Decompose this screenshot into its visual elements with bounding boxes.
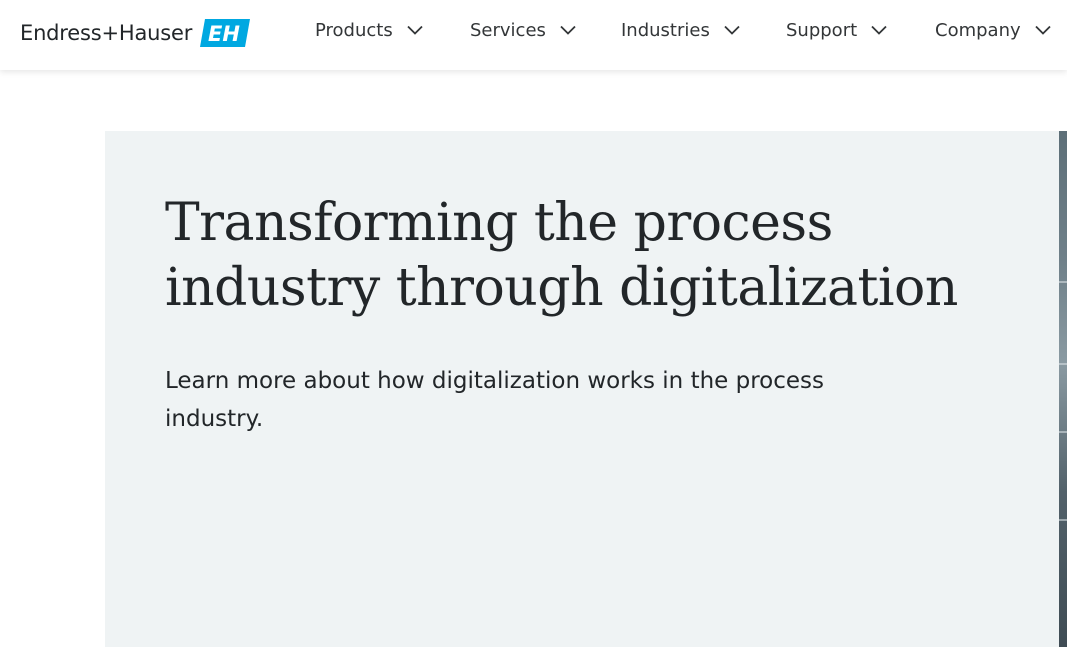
hero-image	[1059, 131, 1067, 647]
nav-item-services[interactable]: Services	[470, 17, 576, 43]
hero-title: Transforming the process industry throug…	[165, 193, 958, 318]
hero-image-highlight	[1059, 431, 1067, 433]
chevron-down-icon	[724, 25, 740, 35]
chevron-down-icon	[407, 25, 423, 35]
nav-label: Products	[315, 19, 393, 41]
nav-item-support[interactable]: Support	[786, 17, 887, 43]
chevron-down-icon	[560, 25, 576, 35]
nav-label: Company	[935, 19, 1021, 41]
hero-image-highlight	[1059, 363, 1067, 365]
nav-item-company[interactable]: Company	[935, 17, 1051, 43]
nav-label: Industries	[621, 19, 710, 41]
hero-description: Learn more about how digitalization work…	[165, 368, 825, 432]
nav-item-industries[interactable]: Industries	[621, 17, 740, 43]
nav-label: Services	[470, 19, 546, 41]
hero-banner: Transforming the process industry throug…	[105, 131, 1060, 647]
nav-label: Support	[786, 19, 858, 41]
site-header: Endress+Hauser EH Products Services Indu…	[0, 0, 1067, 70]
chevron-down-icon	[871, 25, 887, 35]
nav-item-products[interactable]: Products	[315, 17, 423, 43]
chevron-down-icon	[1035, 25, 1051, 35]
main-nav: Products Services Industries Support Com…	[0, 0, 1067, 60]
hero-image-highlight	[1059, 519, 1067, 521]
hero-image-highlight	[1059, 281, 1067, 283]
